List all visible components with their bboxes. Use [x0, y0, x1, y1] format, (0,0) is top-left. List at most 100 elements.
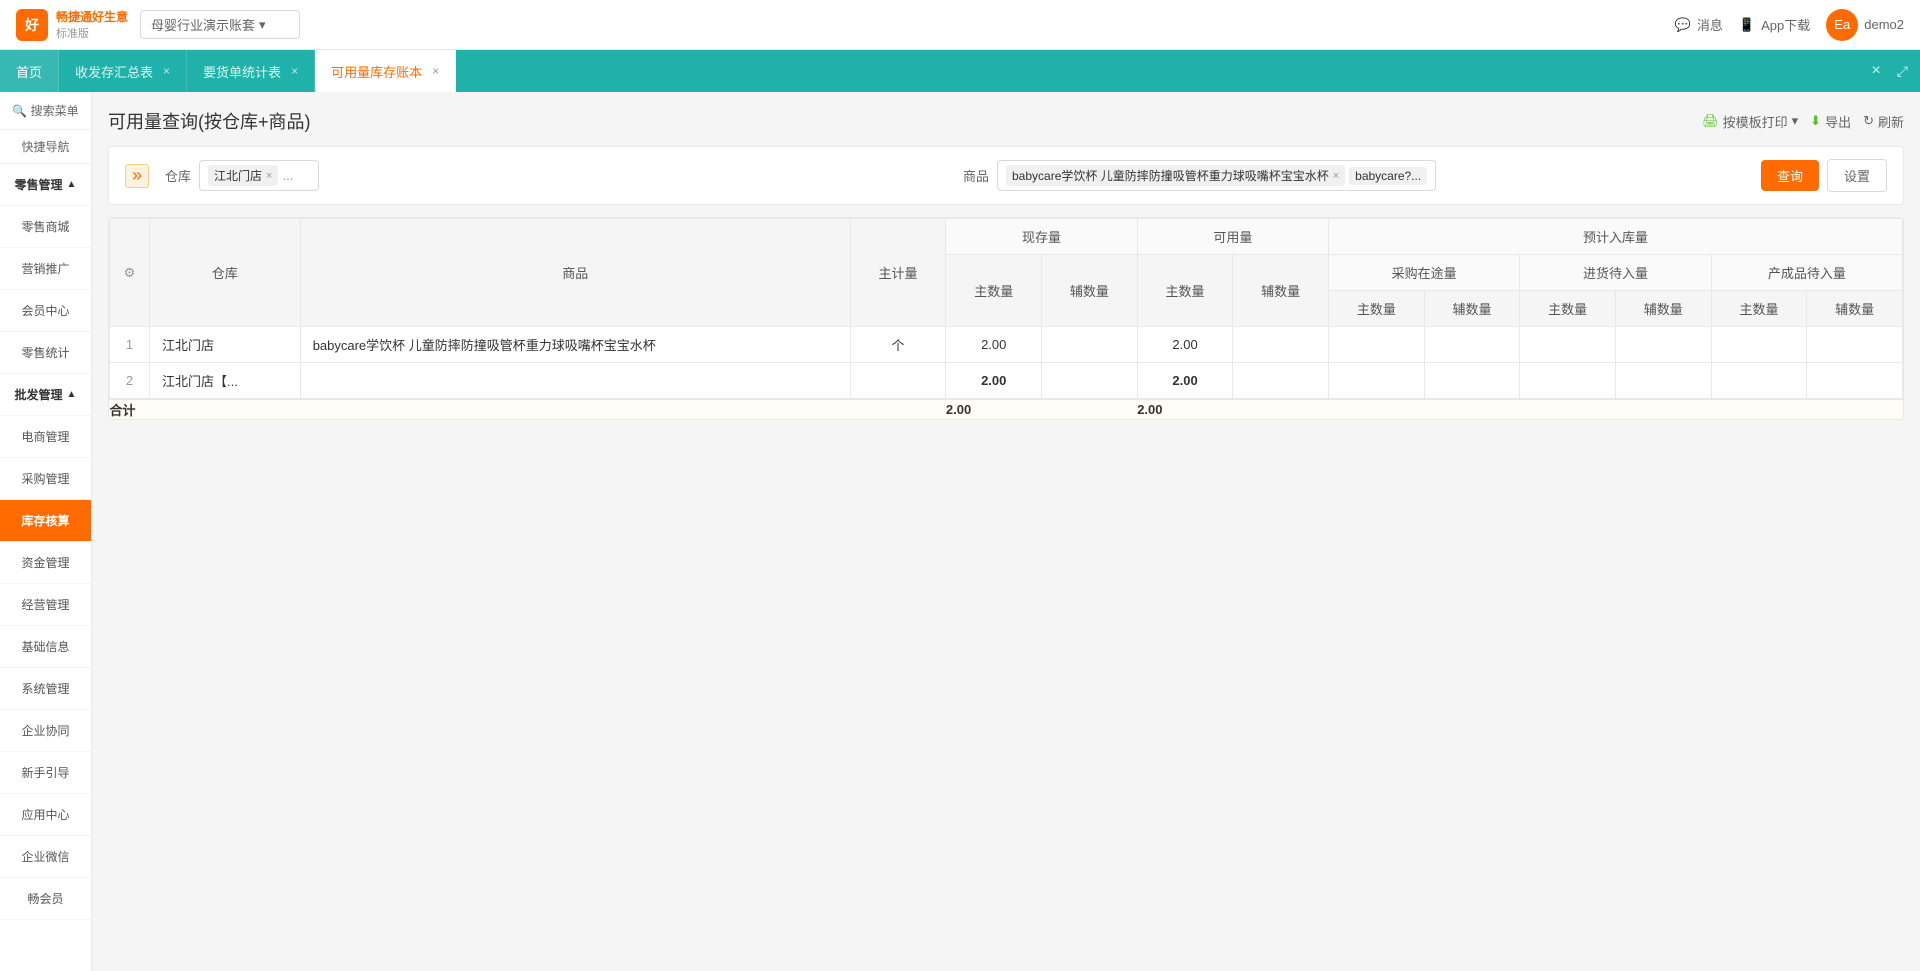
footer-inc-main	[1520, 399, 1616, 419]
remove-warehouse-tag[interactable]: ×	[266, 170, 272, 182]
close-tab-order[interactable]: ×	[291, 64, 298, 78]
col-purch-main: 主数量	[1329, 291, 1425, 327]
sidebar-item-basic-info[interactable]: 基础信息	[0, 626, 91, 668]
table-container: ⚙ 仓库 商品 主计量 现存量 可用量 预计入库量 主数量 辅数量	[108, 217, 1904, 420]
close-tab-available[interactable]: ×	[432, 64, 439, 78]
message-btn[interactable]: 💬 消息	[1675, 15, 1723, 34]
filter-actions: 查询 设置	[1761, 159, 1887, 192]
logo-area: 好 畅捷通好生意 标准版	[16, 8, 128, 41]
sidebar-item-inventory[interactable]: 库存核算	[0, 500, 91, 542]
sidebar-quick-nav[interactable]: 快捷导航	[0, 130, 91, 164]
footer-avail-aux	[1233, 399, 1329, 419]
product-tag-2: babycare?...	[1349, 167, 1427, 185]
row-index-2: 2	[110, 363, 150, 400]
settings-button[interactable]: 设置	[1827, 159, 1887, 192]
sidebar-item-finance[interactable]: 资金管理	[0, 542, 91, 584]
page-title: 可用量查询(按仓库+商品)	[108, 108, 311, 134]
row-product-2	[300, 363, 850, 400]
sidebar-search[interactable]: 🔍 搜索菜单	[0, 92, 91, 130]
warehouse-dots[interactable]: ...	[282, 168, 293, 183]
page-content: 可用量查询(按仓库+商品) 🖨 按模板打印 ▾ ⬇ 导出 ↻ 刷新	[92, 92, 1920, 436]
page-actions: 🖨 按模板打印 ▾ ⬇ 导出 ↻ 刷新	[1702, 112, 1904, 131]
sidebar-item-enterprise-collab[interactable]: 企业协同	[0, 710, 91, 752]
user-avatar-area[interactable]: Ea demo2	[1826, 9, 1904, 41]
footer-prod-aux	[1807, 399, 1903, 419]
main-layout: 🔍 搜索菜单 快捷导航 零售管理 ▲ 零售商城 营销推广 会员中心 零售统计 批…	[0, 92, 1920, 971]
col-warehouse: 仓库	[150, 219, 301, 327]
chevron-up-icon-2: ▲	[67, 389, 77, 400]
row-index: 1	[110, 327, 150, 363]
col-stock-main: 主数量	[946, 255, 1042, 327]
row-inc-main-2	[1520, 363, 1616, 400]
sidebar-item-app-center[interactable]: 应用中心	[0, 794, 91, 836]
sidebar-item-purchase[interactable]: 采购管理	[0, 458, 91, 500]
sidebar-item-operations[interactable]: 经营管理	[0, 584, 91, 626]
sidebar-item-system[interactable]: 系统管理	[0, 668, 91, 710]
content-area: 可用量查询(按仓库+商品) 🖨 按模板打印 ▾ ⬇ 导出 ↻ 刷新	[92, 92, 1920, 971]
footer-inc-aux	[1615, 399, 1711, 419]
logo-icon: 好	[16, 9, 48, 41]
avatar: Ea	[1826, 9, 1858, 41]
refresh-btn[interactable]: ↻ 刷新	[1863, 112, 1904, 131]
row-unit-2	[850, 363, 946, 400]
close-all-tabs-btn[interactable]: ×	[1867, 58, 1884, 84]
logo-text: 畅捷通好生意 标准版	[56, 8, 128, 41]
sidebar-item-new-guide[interactable]: 新手引导	[0, 752, 91, 794]
warehouse-input[interactable]: 江北门店 × ...	[199, 160, 319, 191]
col-group-available: 可用量	[1137, 219, 1328, 255]
sidebar-item-ecommerce[interactable]: 电商管理	[0, 416, 91, 458]
remove-product-tag-1[interactable]: ×	[1333, 170, 1339, 182]
sidebar-item-enterprise-wechat[interactable]: 企业微信	[0, 836, 91, 878]
tab-available-inventory[interactable]: 可用量库存账本 ×	[315, 50, 456, 92]
col-purch-aux: 辅数量	[1424, 291, 1520, 327]
row-inc-aux-2	[1615, 363, 1711, 400]
top-bar-left: 好 畅捷通好生意 标准版 母婴行业演示账套 ▾	[16, 8, 300, 41]
col-gear[interactable]: ⚙	[110, 219, 150, 327]
sidebar-item-retail-stats[interactable]: 零售统计	[0, 332, 91, 374]
expand-tab-btn[interactable]: ⤢	[1893, 59, 1912, 84]
close-tab-receive[interactable]: ×	[163, 64, 170, 78]
row-prod-main	[1711, 327, 1807, 363]
sidebar-item-retail-mall[interactable]: 零售商城	[0, 206, 91, 248]
app-download-btn[interactable]: 📱 App下载	[1739, 15, 1810, 34]
sidebar-item-member-center[interactable]: 会员中心	[0, 290, 91, 332]
sidebar-item-wholesale-mgmt[interactable]: 批发管理 ▲	[0, 374, 91, 416]
tab-receive-summary[interactable]: 收发存汇总表 ×	[59, 50, 187, 92]
gear-icon[interactable]: ⚙	[124, 265, 136, 280]
tab-home[interactable]: 首页	[0, 50, 59, 92]
footer-label: 合计	[110, 399, 946, 419]
footer-stock-main: 2.00	[946, 399, 1042, 419]
search-icon: 🔍	[12, 104, 27, 118]
row-prod-aux-2	[1807, 363, 1903, 400]
row-avail-aux-2	[1233, 363, 1329, 400]
sidebar-item-member-vip[interactable]: 畅会员	[0, 878, 91, 920]
col-avail-main: 主数量	[1137, 255, 1233, 327]
warehouse-tag: 江北门店 ×	[208, 165, 278, 186]
phone-icon: 📱	[1739, 17, 1755, 33]
table-footer: 合计 2.00 2.00	[110, 399, 1903, 419]
table-body: 1 江北门店 babycare学饮杯 儿童防摔防撞吸管杯重力球吸嘴杯宝宝水杯 个…	[110, 327, 1903, 400]
filter-bar: » 仓库 江北门店 × ... 商品	[108, 146, 1904, 205]
logo-sub-text: 标准版	[56, 25, 128, 41]
sidebar-item-marketing[interactable]: 营销推广	[0, 248, 91, 290]
export-btn[interactable]: ⬇ 导出	[1810, 112, 1851, 131]
page-header: 可用量查询(按仓库+商品) 🖨 按模板打印 ▾ ⬇ 导出 ↻ 刷新	[108, 108, 1904, 134]
product-tag-1: babycare学饮杯 儿童防摔防撞吸管杯重力球吸嘴杯宝宝水杯 ×	[1006, 165, 1345, 186]
top-bar: 好 畅捷通好生意 标准版 母婴行业演示账套 ▾ 💬 消息 📱 App下载 Ea …	[0, 0, 1920, 50]
table-row: 1 江北门店 babycare学饮杯 儿童防摔防撞吸管杯重力球吸嘴杯宝宝水杯 个…	[110, 327, 1903, 363]
row-purch-main	[1329, 327, 1425, 363]
industry-selector[interactable]: 母婴行业演示账套 ▾	[140, 10, 300, 39]
table-row: 2 江北门店【... 2.00 2.00	[110, 363, 1903, 400]
filter-expand-btn[interactable]: »	[125, 164, 149, 188]
query-button[interactable]: 查询	[1761, 160, 1819, 191]
sidebar-item-retail-mgmt[interactable]: 零售管理 ▲	[0, 164, 91, 206]
row-avail-main: 2.00	[1137, 327, 1233, 363]
print-btn[interactable]: 🖨 按模板打印 ▾	[1702, 112, 1798, 131]
row-inc-main	[1520, 327, 1616, 363]
col-avail-aux: 辅数量	[1233, 255, 1329, 327]
product-input[interactable]: babycare学饮杯 儿童防摔防撞吸管杯重力球吸嘴杯宝宝水杯 × babyca…	[997, 160, 1436, 191]
product-label: 商品	[963, 166, 989, 185]
col-group-stock: 现存量	[946, 219, 1137, 255]
tab-order-stats[interactable]: 要货单统计表 ×	[187, 50, 315, 92]
sidebar: 🔍 搜索菜单 快捷导航 零售管理 ▲ 零售商城 营销推广 会员中心 零售统计 批…	[0, 92, 92, 971]
